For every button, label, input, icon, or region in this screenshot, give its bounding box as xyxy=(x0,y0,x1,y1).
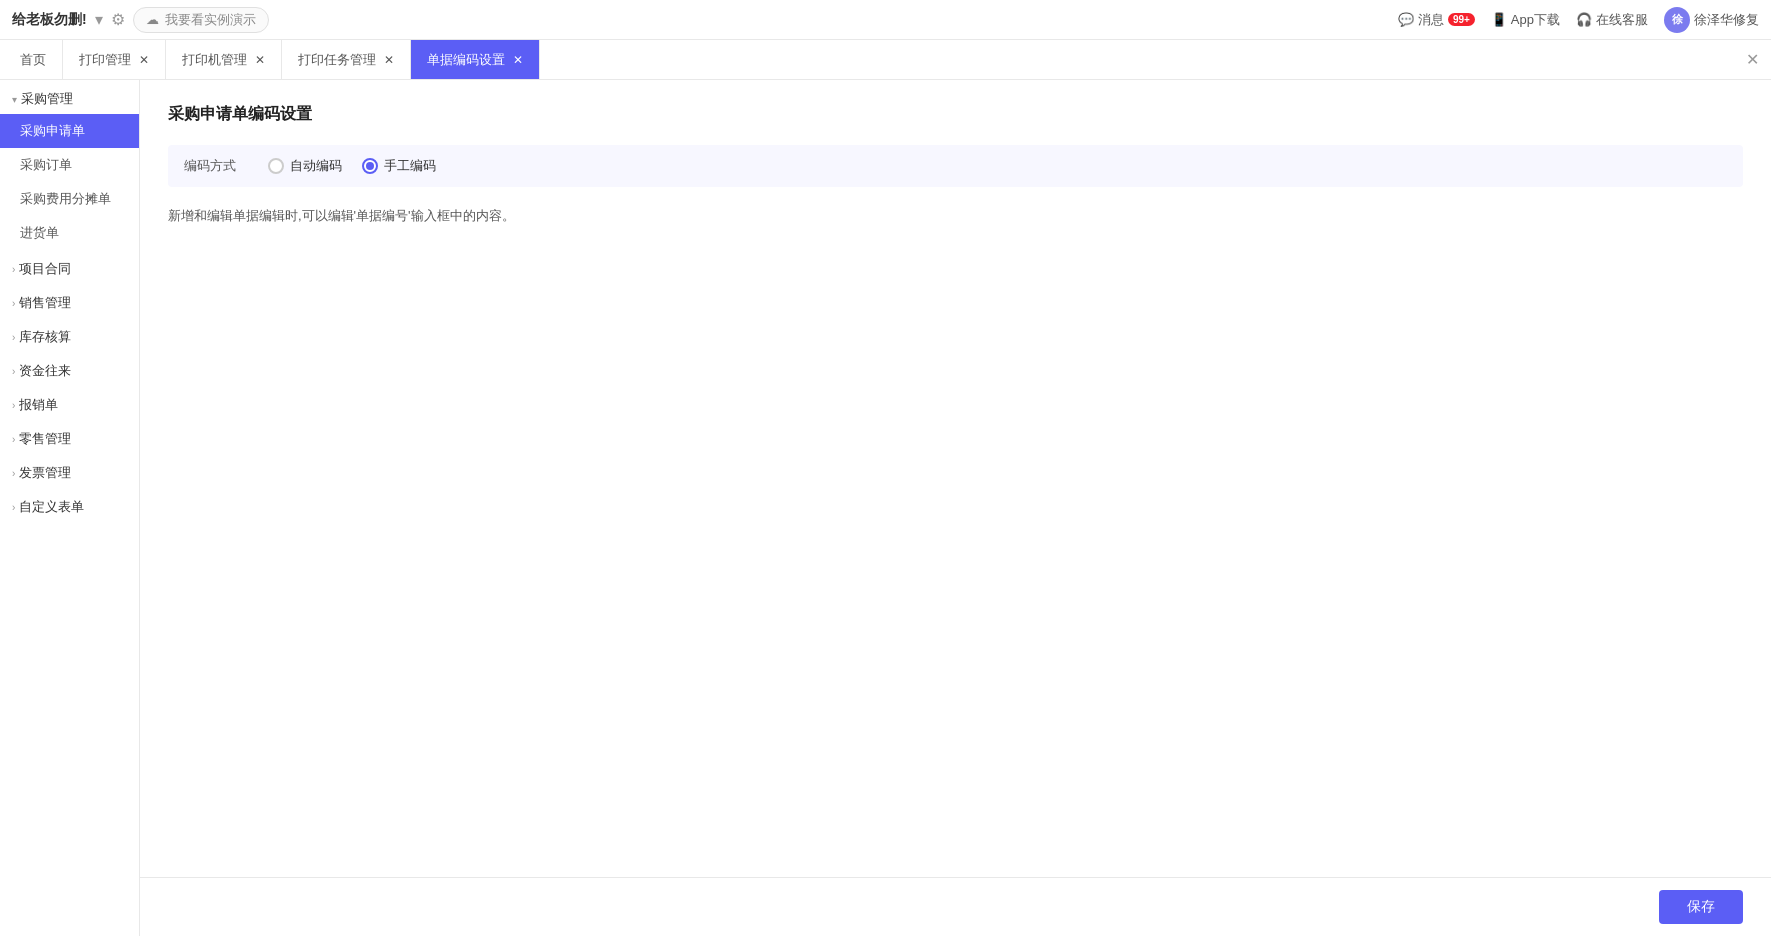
chevron-right-icon-4: › xyxy=(12,366,15,377)
description-text: 新增和编辑单据编辑时,可以编辑'单据编号'输入框中的内容。 xyxy=(168,207,1743,225)
sidebar-group-funds-label: 资金往来 xyxy=(19,362,71,380)
headset-icon: 🎧 xyxy=(1576,12,1592,27)
search-bar[interactable]: ☁ 我要看实例演示 xyxy=(133,7,269,33)
app-download-label: App下载 xyxy=(1511,11,1560,29)
sidebar-group-funds-title[interactable]: › 资金往来 xyxy=(0,352,139,386)
online-service-label: 在线客服 xyxy=(1596,11,1648,29)
message-label: 消息 xyxy=(1418,11,1444,29)
sidebar-group-returns: › 报销单 xyxy=(0,386,139,420)
coding-label: 编码方式 xyxy=(184,157,236,175)
sidebar-item-purchase-req[interactable]: 采购申请单 xyxy=(0,114,139,148)
sidebar-group-invoice: › 发票管理 xyxy=(0,454,139,488)
sidebar: ▾ 采购管理 采购申请单 采购订单 采购费用分摊单 进货单 › 项目合同 xyxy=(0,80,140,936)
top-bar: 给老板勿删! ▾ ⚙ ☁ 我要看实例演示 💬 消息 99+ 📱 App下载 🎧 … xyxy=(0,0,1771,40)
chevron-right-icon-6: › xyxy=(12,434,15,445)
sidebar-group-custom-label: 自定义表单 xyxy=(19,498,84,516)
manual-code-label: 手工编码 xyxy=(384,157,436,175)
sidebar-item-purchase-expense[interactable]: 采购费用分摊单 xyxy=(0,182,139,216)
phone-icon: 📱 xyxy=(1491,12,1507,27)
sidebar-group-custom-title[interactable]: › 自定义表单 xyxy=(0,488,139,522)
tab-bar-end: ✕ xyxy=(1734,50,1771,69)
tab-home[interactable]: 首页 xyxy=(4,40,63,79)
cloud-icon: ☁ xyxy=(146,12,159,27)
sidebar-group-retail: › 零售管理 xyxy=(0,420,139,454)
sidebar-group-project-label: 项目合同 xyxy=(19,260,71,278)
message-action[interactable]: 💬 消息 99+ xyxy=(1398,11,1475,29)
sidebar-group-project: › 项目合同 xyxy=(0,250,139,284)
radio-auto-code[interactable]: 自动编码 xyxy=(268,157,342,175)
dropdown-icon[interactable]: ▾ xyxy=(95,10,103,29)
radio-auto-circle xyxy=(268,158,284,174)
tab-printer-mgmt-close[interactable]: ✕ xyxy=(255,53,265,67)
settings-icon[interactable]: ⚙ xyxy=(111,10,125,29)
sidebar-group-retail-label: 零售管理 xyxy=(19,430,71,448)
tab-doc-code[interactable]: 单据编码设置 ✕ xyxy=(411,40,540,79)
sidebar-group-invoice-label: 发票管理 xyxy=(19,464,71,482)
radio-manual-code[interactable]: 手工编码 xyxy=(362,157,436,175)
sidebar-group-invoice-title[interactable]: › 发票管理 xyxy=(0,454,139,488)
chevron-right-icon-2: › xyxy=(12,298,15,309)
chevron-right-icon: › xyxy=(12,264,15,275)
sidebar-group-inventory-label: 库存核算 xyxy=(19,328,71,346)
sidebar-group-retail-title[interactable]: › 零售管理 xyxy=(0,420,139,454)
tab-bar-close-icon[interactable]: ✕ xyxy=(1746,50,1759,69)
sidebar-group-returns-title[interactable]: › 报销单 xyxy=(0,386,139,420)
content-footer: 保存 xyxy=(140,877,1771,936)
chevron-down-icon: ▾ xyxy=(12,94,17,105)
tab-bar: 首页 打印管理 ✕ 打印机管理 ✕ 打印任务管理 ✕ 单据编码设置 ✕ ✕ xyxy=(0,40,1771,80)
top-bar-right: 💬 消息 99+ 📱 App下载 🎧 在线客服 徐 徐泽华修复 xyxy=(1398,7,1759,33)
avatar-initials: 徐 xyxy=(1672,12,1683,27)
search-text: 我要看实例演示 xyxy=(165,11,256,29)
coding-mode-row: 编码方式 自动编码 手工编码 xyxy=(168,145,1743,187)
chevron-right-icon-7: › xyxy=(12,468,15,479)
sidebar-item-purchase-order[interactable]: 采购订单 xyxy=(0,148,139,182)
content-main: 采购申请单编码设置 编码方式 自动编码 手工编码 新增和编辑单据编辑时,可以编辑… xyxy=(140,80,1771,877)
content-area: 采购申请单编码设置 编码方式 自动编码 手工编码 新增和编辑单据编辑时,可以编辑… xyxy=(140,80,1771,936)
chevron-right-icon-3: › xyxy=(12,332,15,343)
message-badge: 99+ xyxy=(1448,13,1475,26)
app-download-action[interactable]: 📱 App下载 xyxy=(1491,11,1560,29)
sidebar-group-inventory-title[interactable]: › 库存核算 xyxy=(0,318,139,352)
tab-printer-mgmt-label: 打印机管理 xyxy=(182,51,247,69)
sidebar-group-purchase: ▾ 采购管理 采购申请单 采购订单 采购费用分摊单 进货单 xyxy=(0,80,139,250)
tab-print-mgmt-close[interactable]: ✕ xyxy=(139,53,149,67)
tab-printer-mgmt[interactable]: 打印机管理 ✕ xyxy=(166,40,282,79)
sidebar-group-sales-label: 销售管理 xyxy=(19,294,71,312)
auto-code-label: 自动编码 xyxy=(290,157,342,175)
sidebar-group-sales: › 销售管理 xyxy=(0,284,139,318)
tab-print-task-label: 打印任务管理 xyxy=(298,51,376,69)
tab-doc-code-label: 单据编码设置 xyxy=(427,51,505,69)
sidebar-group-funds: › 资金往来 xyxy=(0,352,139,386)
top-bar-left: 给老板勿删! ▾ ⚙ ☁ 我要看实例演示 xyxy=(12,7,269,33)
tab-home-label: 首页 xyxy=(20,51,46,69)
save-button[interactable]: 保存 xyxy=(1659,890,1743,924)
sidebar-group-purchase-label: 采购管理 xyxy=(21,90,73,108)
tab-print-task[interactable]: 打印任务管理 ✕ xyxy=(282,40,411,79)
chevron-right-icon-8: › xyxy=(12,502,15,513)
brand-label: 给老板勿删! xyxy=(12,11,87,29)
user-action[interactable]: 徐 徐泽华修复 xyxy=(1664,7,1759,33)
user-name: 徐泽华修复 xyxy=(1694,11,1759,29)
avatar: 徐 xyxy=(1664,7,1690,33)
tab-print-mgmt[interactable]: 打印管理 ✕ xyxy=(63,40,166,79)
sidebar-group-sales-title[interactable]: › 销售管理 xyxy=(0,284,139,318)
sidebar-group-inventory: › 库存核算 xyxy=(0,318,139,352)
sidebar-group-purchase-title[interactable]: ▾ 采购管理 xyxy=(0,80,139,114)
chevron-right-icon-5: › xyxy=(12,400,15,411)
page-title: 采购申请单编码设置 xyxy=(168,104,1743,125)
radio-manual-circle xyxy=(362,158,378,174)
message-icon: 💬 xyxy=(1398,12,1414,27)
tab-doc-code-close[interactable]: ✕ xyxy=(513,53,523,67)
main-layout: ▾ 采购管理 采购申请单 采购订单 采购费用分摊单 进货单 › 项目合同 xyxy=(0,80,1771,936)
online-service-action[interactable]: 🎧 在线客服 xyxy=(1576,11,1648,29)
radio-group-coding: 自动编码 手工编码 xyxy=(268,157,436,175)
sidebar-group-custom: › 自定义表单 xyxy=(0,488,139,522)
tab-print-mgmt-label: 打印管理 xyxy=(79,51,131,69)
sidebar-group-project-title[interactable]: › 项目合同 xyxy=(0,250,139,284)
sidebar-item-stock-in[interactable]: 进货单 xyxy=(0,216,139,250)
sidebar-group-returns-label: 报销单 xyxy=(19,396,58,414)
tab-print-task-close[interactable]: ✕ xyxy=(384,53,394,67)
